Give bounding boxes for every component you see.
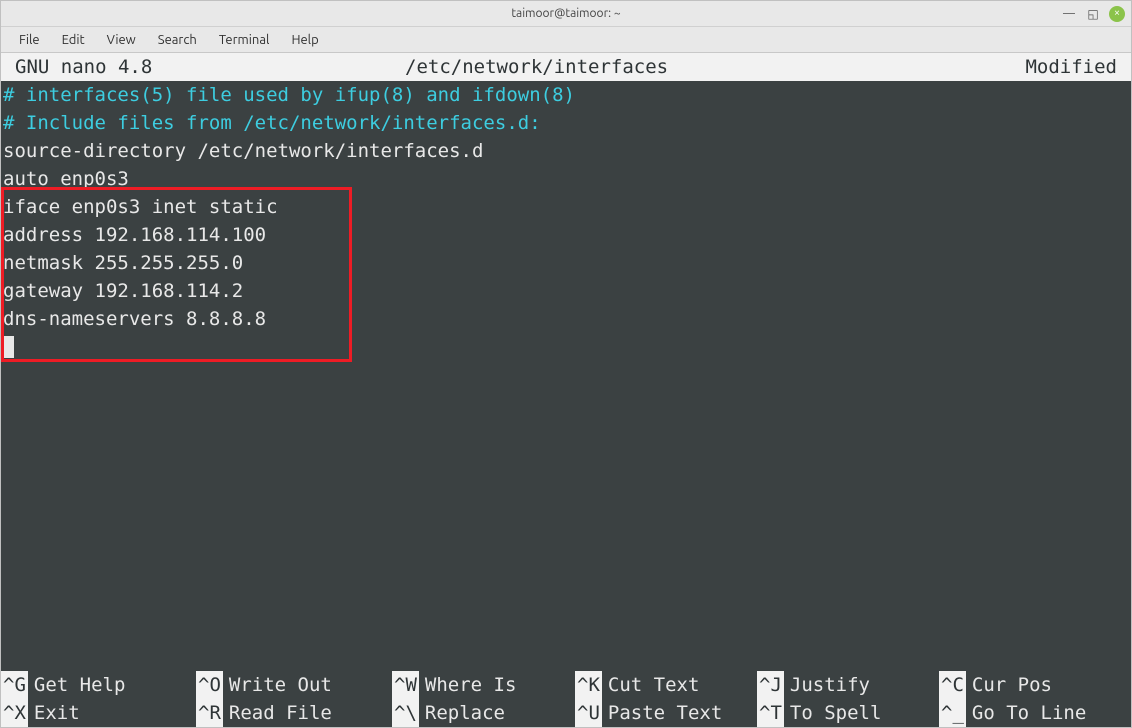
window-title: taimoor@taimoor: ~	[511, 7, 620, 20]
editor-content[interactable]: # interfaces(5) file used by ifup(8) and…	[1, 81, 1131, 361]
shortcut-key: ^U	[575, 699, 602, 727]
shortcut-key: ^J	[757, 671, 784, 699]
terminal-area[interactable]: GNU nano 4.8 /etc/network/interfaces Mod…	[1, 53, 1131, 727]
shortcut: ^OWrite Out	[196, 671, 392, 699]
shortcut-row: ^XExit ^RRead File ^\Replace ^UPaste Tex…	[1, 699, 1131, 727]
shortcut-label: Paste Text	[602, 699, 722, 727]
menu-search[interactable]: Search	[148, 31, 207, 49]
maximize-icon[interactable]: ◱	[1085, 6, 1101, 22]
cursor-line	[3, 333, 1129, 361]
shortcut-label: Write Out	[223, 671, 332, 699]
shortcut: ^CCur Pos	[939, 671, 1052, 699]
shortcut-key: ^C	[939, 671, 966, 699]
menu-terminal[interactable]: Terminal	[209, 31, 280, 49]
titlebar: taimoor@taimoor: ~ — ◱ ×	[1, 1, 1131, 27]
shortcut-row: ^GGet Help ^OWrite Out ^WWhere Is ^KCut …	[1, 671, 1131, 699]
shortcut: ^RRead File	[196, 699, 392, 727]
editor-line: netmask 255.255.255.0	[3, 249, 1129, 277]
shortcut: ^GGet Help	[1, 671, 196, 699]
shortcut: ^_Go To Line	[939, 699, 1086, 727]
editor-line: # Include files from /etc/network/interf…	[3, 109, 1129, 137]
shortcut-label: Replace	[419, 699, 505, 727]
shortcut-key: ^W	[392, 671, 419, 699]
cursor-icon	[3, 336, 14, 358]
close-icon[interactable]: ×	[1109, 6, 1125, 22]
shortcut-key: ^X	[1, 699, 28, 727]
nano-footer: ^GGet Help ^OWrite Out ^WWhere Is ^KCut …	[1, 671, 1131, 727]
shortcut-label: To Spell	[784, 699, 882, 727]
shortcut-key: ^G	[1, 671, 28, 699]
shortcut-label: Justify	[784, 671, 870, 699]
shortcut-key: ^\	[392, 699, 419, 727]
shortcut: ^TTo Spell	[757, 699, 939, 727]
editor-line: iface enp0s3 inet static	[3, 193, 1129, 221]
minimize-icon[interactable]: —	[1061, 6, 1077, 22]
editor-line: auto enp0s3	[3, 165, 1129, 193]
shortcut: ^XExit	[1, 699, 196, 727]
menu-help[interactable]: Help	[281, 31, 328, 49]
shortcut: ^\Replace	[392, 699, 575, 727]
menu-file[interactable]: File	[9, 31, 50, 49]
menu-edit[interactable]: Edit	[52, 31, 95, 49]
menubar: File Edit View Search Terminal Help	[1, 27, 1131, 53]
window-controls: — ◱ ×	[1061, 6, 1125, 22]
shortcut-key: ^R	[196, 699, 223, 727]
shortcut-label: Go To Line	[966, 699, 1086, 727]
editor-line: gateway 192.168.114.2	[3, 277, 1129, 305]
terminal-window: taimoor@taimoor: ~ — ◱ × File Edit View …	[0, 0, 1132, 728]
shortcut: ^JJustify	[757, 671, 939, 699]
shortcut-key: ^_	[939, 699, 966, 727]
editor-line: # interfaces(5) file used by ifup(8) and…	[3, 81, 1129, 109]
nano-file-label: /etc/network/interfaces	[405, 53, 1025, 81]
menu-view[interactable]: View	[97, 31, 146, 49]
nano-app-label: GNU nano 4.8	[15, 53, 405, 81]
shortcut-label: Read File	[223, 699, 332, 727]
shortcut-label: Exit	[28, 699, 80, 727]
editor-line: address 192.168.114.100	[3, 221, 1129, 249]
shortcut: ^UPaste Text	[575, 699, 757, 727]
shortcut-label: Get Help	[28, 671, 126, 699]
shortcut-label: Where Is	[419, 671, 517, 699]
shortcut-label: Cut Text	[602, 671, 700, 699]
shortcut: ^WWhere Is	[392, 671, 575, 699]
shortcut-key: ^O	[196, 671, 223, 699]
nano-header: GNU nano 4.8 /etc/network/interfaces Mod…	[1, 53, 1131, 81]
editor-line: dns-nameservers 8.8.8.8	[3, 305, 1129, 333]
shortcut-key: ^T	[757, 699, 784, 727]
shortcut: ^KCut Text	[575, 671, 757, 699]
shortcut-key: ^K	[575, 671, 602, 699]
editor-line: source-directory /etc/network/interfaces…	[3, 137, 1129, 165]
nano-status-label: Modified	[1025, 53, 1117, 81]
shortcut-label: Cur Pos	[966, 671, 1052, 699]
